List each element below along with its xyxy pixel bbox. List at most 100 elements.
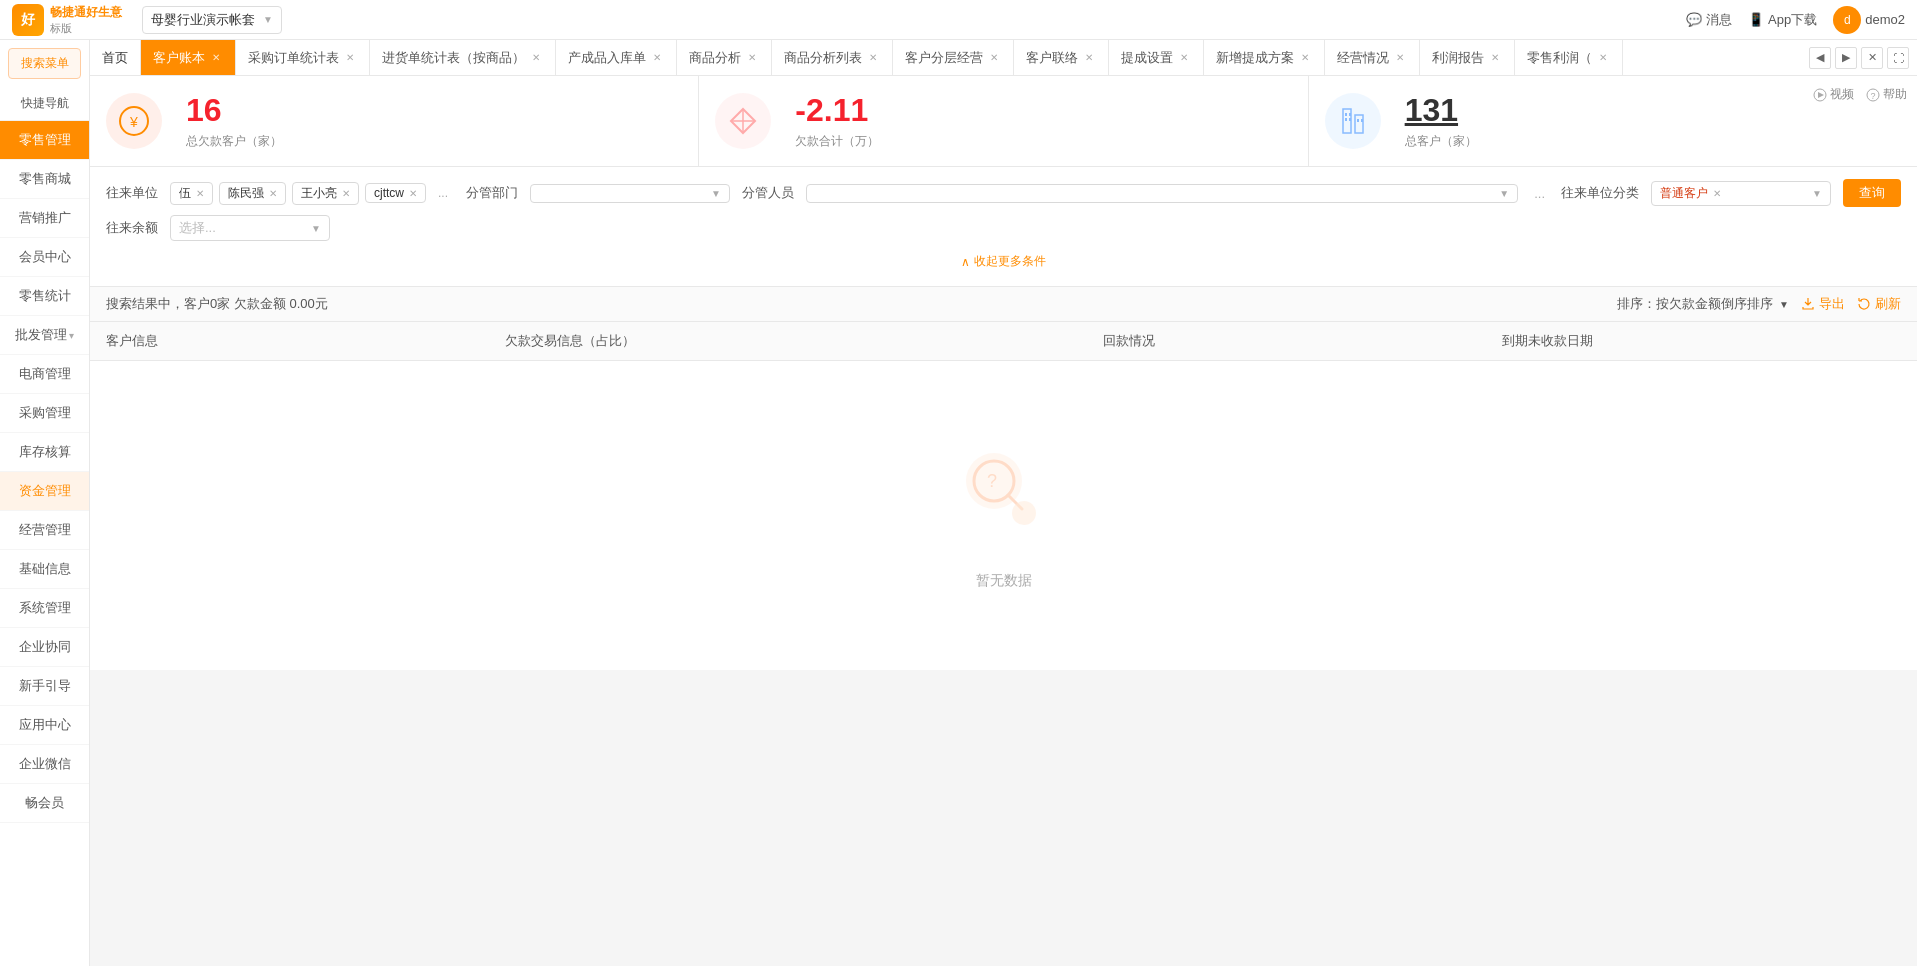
- tab-close-customer-contact[interactable]: ✕: [1082, 51, 1096, 65]
- tab-close-customer-segment[interactable]: ✕: [987, 51, 1001, 65]
- sidebar-item-inventory-check[interactable]: 库存核算: [0, 433, 89, 472]
- tab-expand-button[interactable]: ⛶: [1887, 47, 1909, 69]
- filter-person-dots[interactable]: ...: [1530, 184, 1549, 203]
- export-button[interactable]: 导出: [1801, 295, 1845, 313]
- sidebar-item-retail-shop[interactable]: 零售商城: [0, 160, 89, 199]
- filter-person-select[interactable]: ▼: [806, 184, 1518, 203]
- tab-home[interactable]: 首页: [90, 40, 141, 76]
- sidebar-item-system-mgmt[interactable]: 系统管理: [0, 589, 89, 628]
- user-profile[interactable]: d demo2: [1833, 6, 1905, 34]
- stat3-bg-icon: [1325, 93, 1381, 149]
- tag-close-unit-class[interactable]: ✕: [1713, 188, 1721, 199]
- message-button[interactable]: 💬 消息: [1686, 11, 1732, 29]
- building-icon: [1337, 105, 1369, 137]
- table-header: 客户信息 欠款交易信息（占比） 回款情况 到期未收款日期: [90, 322, 1917, 361]
- unit-class-tag: 普通客户 ✕: [1660, 185, 1721, 202]
- company-selector[interactable]: 母婴行业演示帐套 ▼: [142, 6, 282, 34]
- tab-purchase-order-stats[interactable]: 采购订单统计表 ✕: [236, 40, 370, 76]
- sidebar-item-ecommerce-mgmt[interactable]: 电商管理: [0, 355, 89, 394]
- refresh-button[interactable]: 刷新: [1857, 295, 1901, 313]
- tab-close-cost-in[interactable]: ✕: [650, 51, 664, 65]
- filter-bar: 往来单位 伍 ✕ 陈民强 ✕ 王小亮 ✕: [90, 167, 1917, 287]
- sidebar-item-vip-member[interactable]: 畅会员: [0, 784, 89, 823]
- tab-close-raise-settings[interactable]: ✕: [1177, 51, 1191, 65]
- sidebar-item-operation-mgmt[interactable]: 经营管理: [0, 511, 89, 550]
- tab-retail-profit[interactable]: 零售利润（ ✕: [1515, 40, 1623, 76]
- tab-next-button[interactable]: ▶: [1835, 47, 1857, 69]
- quick-nav-button[interactable]: 快捷导航: [0, 87, 89, 121]
- sidebar-item-retail-mgmt[interactable]: 零售管理: [0, 121, 89, 160]
- tag-close-cjttcw[interactable]: ✕: [409, 188, 417, 199]
- sidebar-item-wholesale-mgmt[interactable]: 批发管理 ▾: [0, 316, 89, 355]
- help-button[interactable]: ? 帮助: [1866, 86, 1907, 103]
- stat1-label: 总欠款客户（家）: [186, 133, 282, 150]
- tab-customer-segment[interactable]: 客户分层经营 ✕: [893, 40, 1014, 76]
- unit-class-arrow-icon: ▼: [1812, 188, 1822, 199]
- company-dropdown-icon: ▼: [263, 14, 273, 25]
- sidebar-item-new-guide[interactable]: 新手引导: [0, 667, 89, 706]
- tab-close-new-plan[interactable]: ✕: [1298, 51, 1312, 65]
- collapse-button[interactable]: ∧ 收起更多条件: [106, 249, 1901, 274]
- filter-balance-select[interactable]: 选择... ▼: [170, 215, 330, 241]
- filter-unit-more[interactable]: ...: [432, 184, 454, 202]
- query-button[interactable]: 查询: [1843, 179, 1901, 207]
- tag-close-chenminqiang[interactable]: ✕: [269, 188, 277, 199]
- sidebar-item-marketing[interactable]: 营销推广: [0, 199, 89, 238]
- sort-dropdown[interactable]: 排序：按欠款金额倒序排序 ▼: [1617, 295, 1789, 313]
- sidebar-item-basic-info[interactable]: 基础信息: [0, 550, 89, 589]
- tab-close-product-analysis-list[interactable]: ✕: [866, 51, 880, 65]
- svg-rect-8: [1349, 113, 1351, 116]
- filter-dept-label: 分管部门: [466, 184, 518, 202]
- tab-close-customer-book[interactable]: ✕: [209, 51, 223, 65]
- sidebar-item-capital-mgmt[interactable]: 资金管理: [0, 472, 89, 511]
- filter-unit-class-select[interactable]: 普通客户 ✕ ▼: [1651, 181, 1831, 206]
- stat2-content: -2.11 欠款合计（万）: [795, 92, 879, 150]
- tab-prev-button[interactable]: ◀: [1809, 47, 1831, 69]
- table-container: 客户信息 欠款交易信息（占比） 回款情况 到期未收款日期 ?: [90, 322, 1917, 670]
- tab-close-all-button[interactable]: ✕: [1861, 47, 1883, 69]
- sidebar-item-purchase-mgmt[interactable]: 采购管理: [0, 394, 89, 433]
- filter-tag-cjttcw: cjttcw ✕: [365, 183, 426, 203]
- tab-close-goods-in-stats[interactable]: ✕: [529, 51, 543, 65]
- tab-profit-report[interactable]: 利润报告 ✕: [1420, 40, 1515, 76]
- filter-balance-label: 往来余额: [106, 219, 158, 237]
- svg-rect-10: [1349, 118, 1351, 121]
- tab-customer-book[interactable]: 客户账本 ✕: [141, 40, 236, 76]
- tab-new-plan[interactable]: 新增提成方案 ✕: [1204, 40, 1325, 76]
- filter-dept-select[interactable]: ▼: [530, 184, 730, 203]
- filter-person-label: 分管人员: [742, 184, 794, 202]
- help-icon: ?: [1866, 88, 1880, 102]
- search-result-actions: 排序：按欠款金额倒序排序 ▼ 导出 刷新: [1617, 295, 1901, 313]
- tag-close-wu[interactable]: ✕: [196, 188, 204, 199]
- customer-book-tab-label: 客户账本: [153, 49, 205, 67]
- tab-product-analysis-list[interactable]: 商品分析列表 ✕: [772, 40, 893, 76]
- tab-customer-contact[interactable]: 客户联络 ✕: [1014, 40, 1109, 76]
- sidebar-item-enterprise-coop[interactable]: 企业协同: [0, 628, 89, 667]
- tab-close-retail-profit[interactable]: ✕: [1596, 51, 1610, 65]
- svg-rect-12: [1361, 119, 1363, 122]
- sidebar-item-retail-stats[interactable]: 零售统计: [0, 277, 89, 316]
- tab-close-operation-status[interactable]: ✕: [1393, 51, 1407, 65]
- tab-close-purchase-order-stats[interactable]: ✕: [343, 51, 357, 65]
- tab-operation-status[interactable]: 经营情况 ✕: [1325, 40, 1420, 76]
- sidebar-item-app-center[interactable]: 应用中心: [0, 706, 89, 745]
- sidebar-item-member-center[interactable]: 会员中心: [0, 238, 89, 277]
- stat-total-debt-amount: -2.11 欠款合计（万）: [699, 76, 1308, 166]
- tab-close-profit-report[interactable]: ✕: [1488, 51, 1502, 65]
- tag-close-wangxiaoliang[interactable]: ✕: [342, 188, 350, 199]
- tab-close-product-analysis[interactable]: ✕: [745, 51, 759, 65]
- tab-goods-in-stats[interactable]: 进货单统计表（按商品） ✕: [370, 40, 556, 76]
- svg-rect-6: [1355, 115, 1363, 133]
- sidebar-search-area: 搜索菜单: [0, 40, 89, 87]
- diamond-icon: [727, 105, 759, 137]
- sidebar-item-enterprise-wechat[interactable]: 企业微信: [0, 745, 89, 784]
- tab-raise-settings[interactable]: 提成设置 ✕: [1109, 40, 1204, 76]
- tab-product-analysis[interactable]: 商品分析 ✕: [677, 40, 772, 76]
- video-button[interactable]: 视频: [1813, 86, 1854, 103]
- balance-arrow-icon: ▼: [311, 223, 321, 234]
- tab-cost-in[interactable]: 产成品入库单 ✕: [556, 40, 677, 76]
- app-icon: 📱: [1748, 12, 1764, 27]
- table-col-repayment: 回款情况: [1103, 332, 1502, 350]
- search-menu-button[interactable]: 搜索菜单: [8, 48, 81, 79]
- app-download-button[interactable]: 📱 App下载: [1748, 11, 1817, 29]
